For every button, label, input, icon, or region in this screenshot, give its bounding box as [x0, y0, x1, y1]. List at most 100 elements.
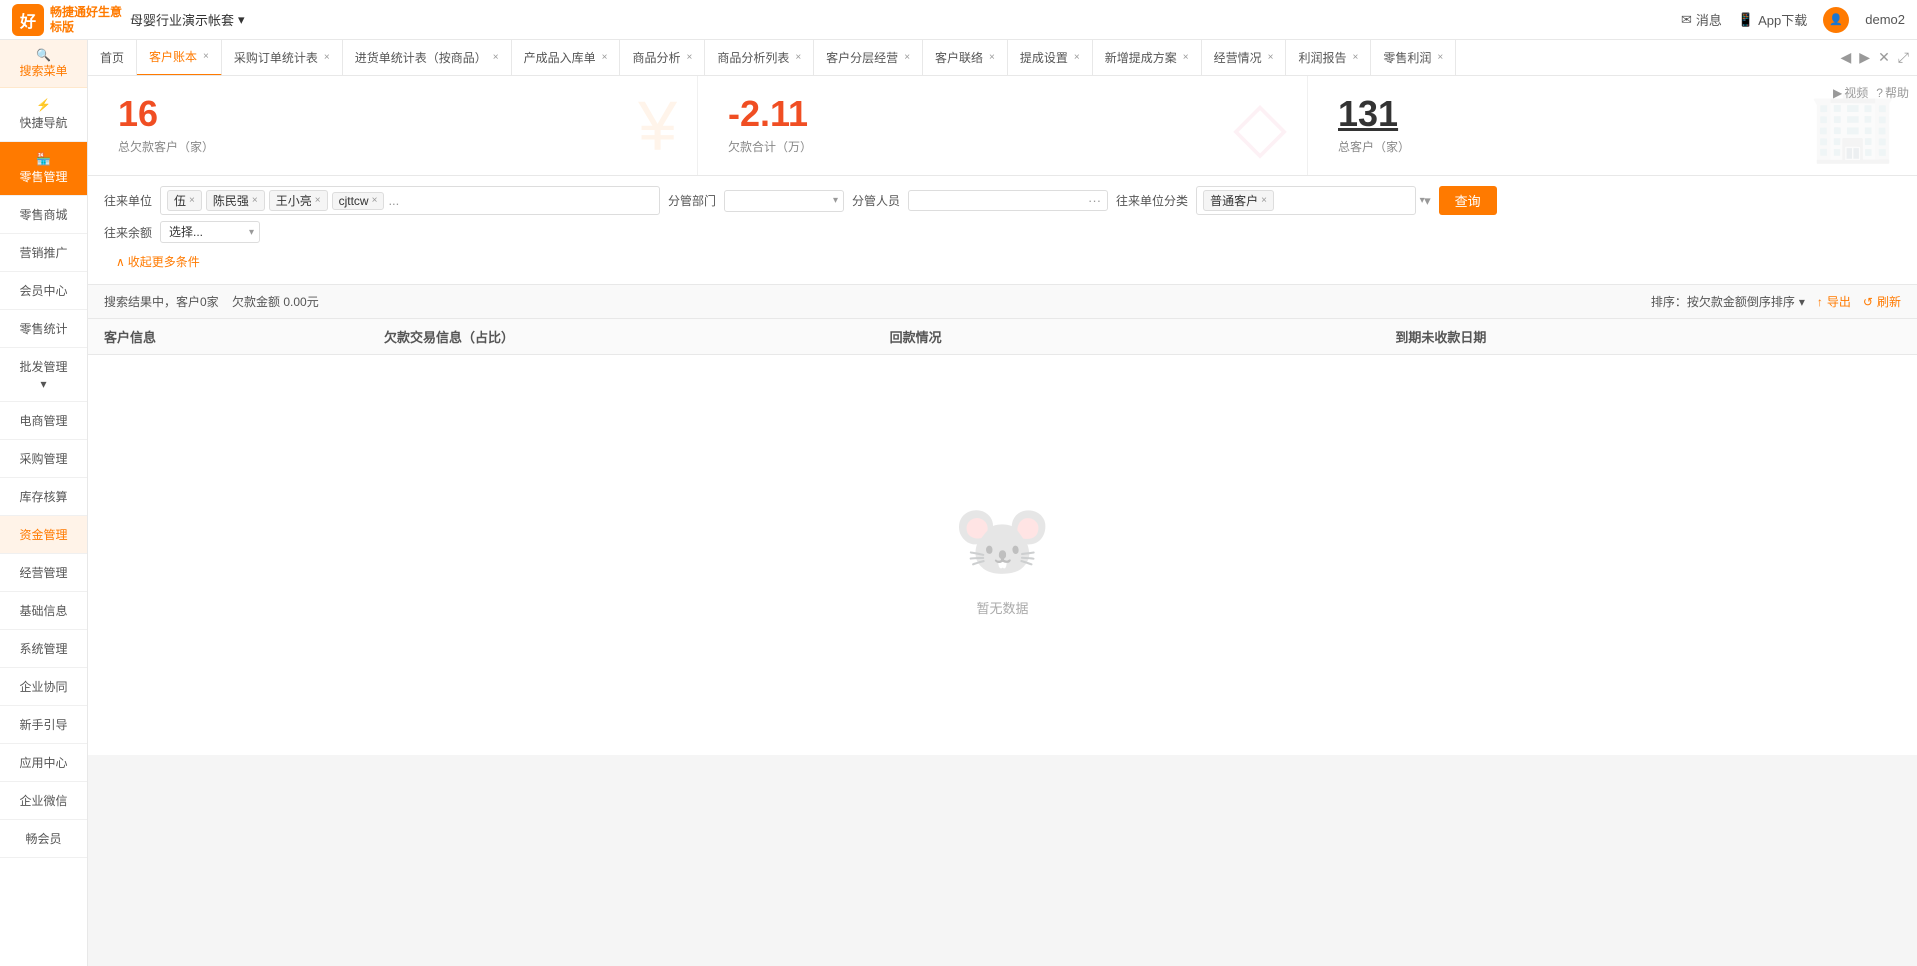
query-button[interactable]: 查询 [1439, 186, 1497, 215]
tab-close-icon[interactable]: × [1437, 52, 1443, 63]
tabs-controls: ◀ ▶ ✕ ⤢ [1833, 47, 1917, 68]
sidebar-item-retail-mall[interactable]: 零售商城 [0, 196, 87, 234]
sort-icon: ▾ [1799, 295, 1805, 309]
unit-tag-input[interactable]: 伍 × 陈民强 × 王小亮 × cjttcw × [160, 186, 660, 215]
tag-close-chen[interactable]: × [252, 195, 258, 206]
tab-profit-report[interactable]: 利润报告 × [1286, 40, 1371, 76]
bg-diamond-icon: ◇ [1233, 85, 1287, 167]
result-bar-right: 排序：按欠款金额倒序排序 ▾ ↑ 导出 ↺ 刷新 [1651, 293, 1901, 310]
sidebar-item-app-center[interactable]: 应用中心 [0, 744, 87, 782]
tab-close-icon[interactable]: × [686, 52, 692, 63]
table-header: 客户信息 欠款交易信息（占比） 回款情况 到期未收款日期 [88, 319, 1917, 355]
sidebar-item-basic-info[interactable]: 基础信息 [0, 592, 87, 630]
person-more-icon[interactable]: ··· [1088, 193, 1101, 208]
tab-close-icon[interactable]: × [1352, 52, 1358, 63]
tab-close-icon[interactable]: × [1074, 52, 1080, 63]
summary-row: ¥ 16 总欠款客户（家） ◇ -2.11 欠款合计（万） 🏢 131 总客户（… [88, 76, 1917, 176]
tab-new-commission[interactable]: 新增提成方案 × [1093, 40, 1202, 76]
summary-help: ▶ 视频 ? 帮助 [1833, 84, 1909, 101]
sidebar-item-purchase[interactable]: 采购管理 [0, 440, 87, 478]
summary-card-total-customers: 🏢 131 总客户（家） ▶ 视频 ? 帮助 [1308, 76, 1917, 175]
tab-close-icon[interactable]: × [1183, 52, 1189, 63]
bg-yuan-icon: ¥ [638, 86, 677, 166]
tabs-bar: 首页 客户账本 × 采购订单统计表 × 进货单统计表（按商品） × 产成品入库单… [88, 40, 1917, 76]
right-area: 首页 客户账本 × 采购订单统计表 × 进货单统计表（按商品） × 产成品入库单… [88, 40, 1917, 966]
sidebar-item-collab[interactable]: 企业协同 [0, 668, 87, 706]
balance-select[interactable]: 选择... [160, 221, 260, 243]
sidebar-item-system[interactable]: 系统管理 [0, 630, 87, 668]
tab-close-icon[interactable]: × [904, 52, 910, 63]
tab-close-icon[interactable]: × [324, 52, 330, 63]
tab-product-analysis[interactable]: 商品分析 × [620, 40, 705, 76]
category-dropdown-icon[interactable]: ▾ [1424, 193, 1431, 209]
refresh-button[interactable]: ↺ 刷新 [1863, 293, 1901, 310]
collapse-button[interactable]: ∧ 收起更多条件 [104, 249, 1901, 274]
tab-close-icon[interactable]: × [602, 52, 608, 63]
sidebar-item-operations[interactable]: 经营管理 [0, 554, 87, 592]
help-manual-button[interactable]: ? 帮助 [1876, 84, 1909, 101]
tag-close-wu[interactable]: × [189, 195, 195, 206]
filter-tag-chen: 陈民强 × [206, 190, 265, 211]
tab-close-icon[interactable]: × [203, 51, 209, 62]
empty-text: 暂无数据 [976, 598, 1028, 617]
sidebar-item-wholesale[interactable]: 批发管理 ▾ [0, 348, 87, 402]
tab-production[interactable]: 产成品入库单 × [512, 40, 621, 76]
sidebar-item-inventory[interactable]: 库存核算 [0, 478, 87, 516]
sidebar-item-retail[interactable]: 🏪 零售管理 [0, 142, 87, 196]
question-icon: ? [1876, 86, 1883, 100]
tab-close-icon[interactable]: × [989, 52, 995, 63]
export-button[interactable]: ↑ 导出 [1817, 293, 1851, 310]
person-input[interactable] [915, 194, 1088, 208]
filter-bar: 往来单位 伍 × 陈民强 × 王小亮 × [88, 176, 1917, 285]
app-download-button[interactable]: 📱 App下载 [1738, 10, 1807, 29]
tab-close-icon[interactable]: × [1268, 52, 1274, 63]
tag-close-wang[interactable]: × [315, 195, 321, 206]
tabs-close-all-icon[interactable]: ✕ [1876, 47, 1892, 68]
tab-customer-segment[interactable]: 客户分层经营 × [814, 40, 923, 76]
tabs-scroll-right-icon[interactable]: ▶ [1857, 47, 1872, 68]
tab-close-icon[interactable]: × [493, 52, 499, 63]
sidebar-item-retail-stats[interactable]: 零售统计 [0, 310, 87, 348]
sidebar-item-ecommerce[interactable]: 电商管理 [0, 402, 87, 440]
message-button[interactable]: ✉ 消息 [1681, 10, 1722, 29]
tag-close-normal[interactable]: × [1261, 195, 1267, 206]
tab-commission-settings[interactable]: 提成设置 × [1008, 40, 1093, 76]
tag-close-cj[interactable]: × [372, 195, 378, 206]
filter-row-1: 往来单位 伍 × 陈民强 × 王小亮 × [104, 186, 1901, 215]
sidebar-item-member-center[interactable]: 会员中心 [0, 272, 87, 310]
sort-button[interactable]: 排序：按欠款金额倒序排序 ▾ [1651, 293, 1805, 310]
tab-stock-stats[interactable]: 进货单统计表（按商品） × [343, 40, 512, 76]
tab-customer-contact[interactable]: 客户联络 × [923, 40, 1008, 76]
sidebar-item-enterprise-wechat[interactable]: 企业微信 [0, 782, 87, 820]
user-icon: 👤 [1829, 13, 1843, 26]
unit-label: 往来单位 [104, 192, 152, 209]
tab-purchase-order[interactable]: 采购订单统计表 × [222, 40, 343, 76]
tab-product-analysis-list[interactable]: 商品分析列表 × [705, 40, 814, 76]
search-menu-button[interactable]: 🔍 搜索菜单 [0, 40, 87, 88]
tab-home[interactable]: 首页 [88, 40, 137, 76]
result-summary: 搜索结果中，客户0家 欠款金额 0.00元 [104, 293, 319, 310]
tab-operations[interactable]: 经营情况 × [1202, 40, 1287, 76]
data-table: 客户信息 欠款交易信息（占比） 回款情况 到期未收款日期 🐭 暂无数据 [88, 319, 1917, 755]
sidebar-item-marketing[interactable]: 营销推广 [0, 234, 87, 272]
category-tag-input[interactable]: 普通客户 × [1196, 186, 1416, 215]
help-video-button[interactable]: ▶ 视频 [1833, 84, 1868, 101]
account-dropdown[interactable]: 母婴行业演示帐套 ▾ [130, 10, 245, 29]
filter-tag-normal-customer: 普通客户 × [1203, 190, 1274, 211]
expand-icon: ▾ [40, 377, 46, 391]
avatar[interactable]: 👤 [1823, 7, 1849, 33]
sidebar-item-quick-nav[interactable]: ⚡ 快捷导航 [0, 88, 87, 142]
dept-select[interactable] [724, 190, 844, 212]
sidebar-item-vip[interactable]: 畅会员 [0, 820, 87, 858]
tab-retail-profit[interactable]: 零售利润 × [1371, 40, 1456, 76]
topbar: 好 畅捷通好生意 标版 母婴行业演示帐套 ▾ ✉ 消息 📱 App下载 👤 de… [0, 0, 1917, 40]
tab-customer-ledger[interactable]: 客户账本 × [137, 40, 222, 76]
tabs-expand-icon[interactable]: ⤢ [1896, 47, 1911, 68]
tabs-scroll-left-icon[interactable]: ◀ [1839, 47, 1854, 68]
tab-close-icon[interactable]: × [795, 52, 801, 63]
sidebar-item-finance[interactable]: 资金管理 [0, 516, 87, 554]
sidebar-item-beginner[interactable]: 新手引导 [0, 706, 87, 744]
filter-more-button[interactable]: ... [388, 193, 399, 208]
result-bar: 搜索结果中，客户0家 欠款金额 0.00元 排序：按欠款金额倒序排序 ▾ ↑ 导… [88, 285, 1917, 319]
sidebar: 🔍 搜索菜单 ⚡ 快捷导航 🏪 零售管理 零售商城 营销推广 会员中心 零售统计… [0, 40, 88, 966]
